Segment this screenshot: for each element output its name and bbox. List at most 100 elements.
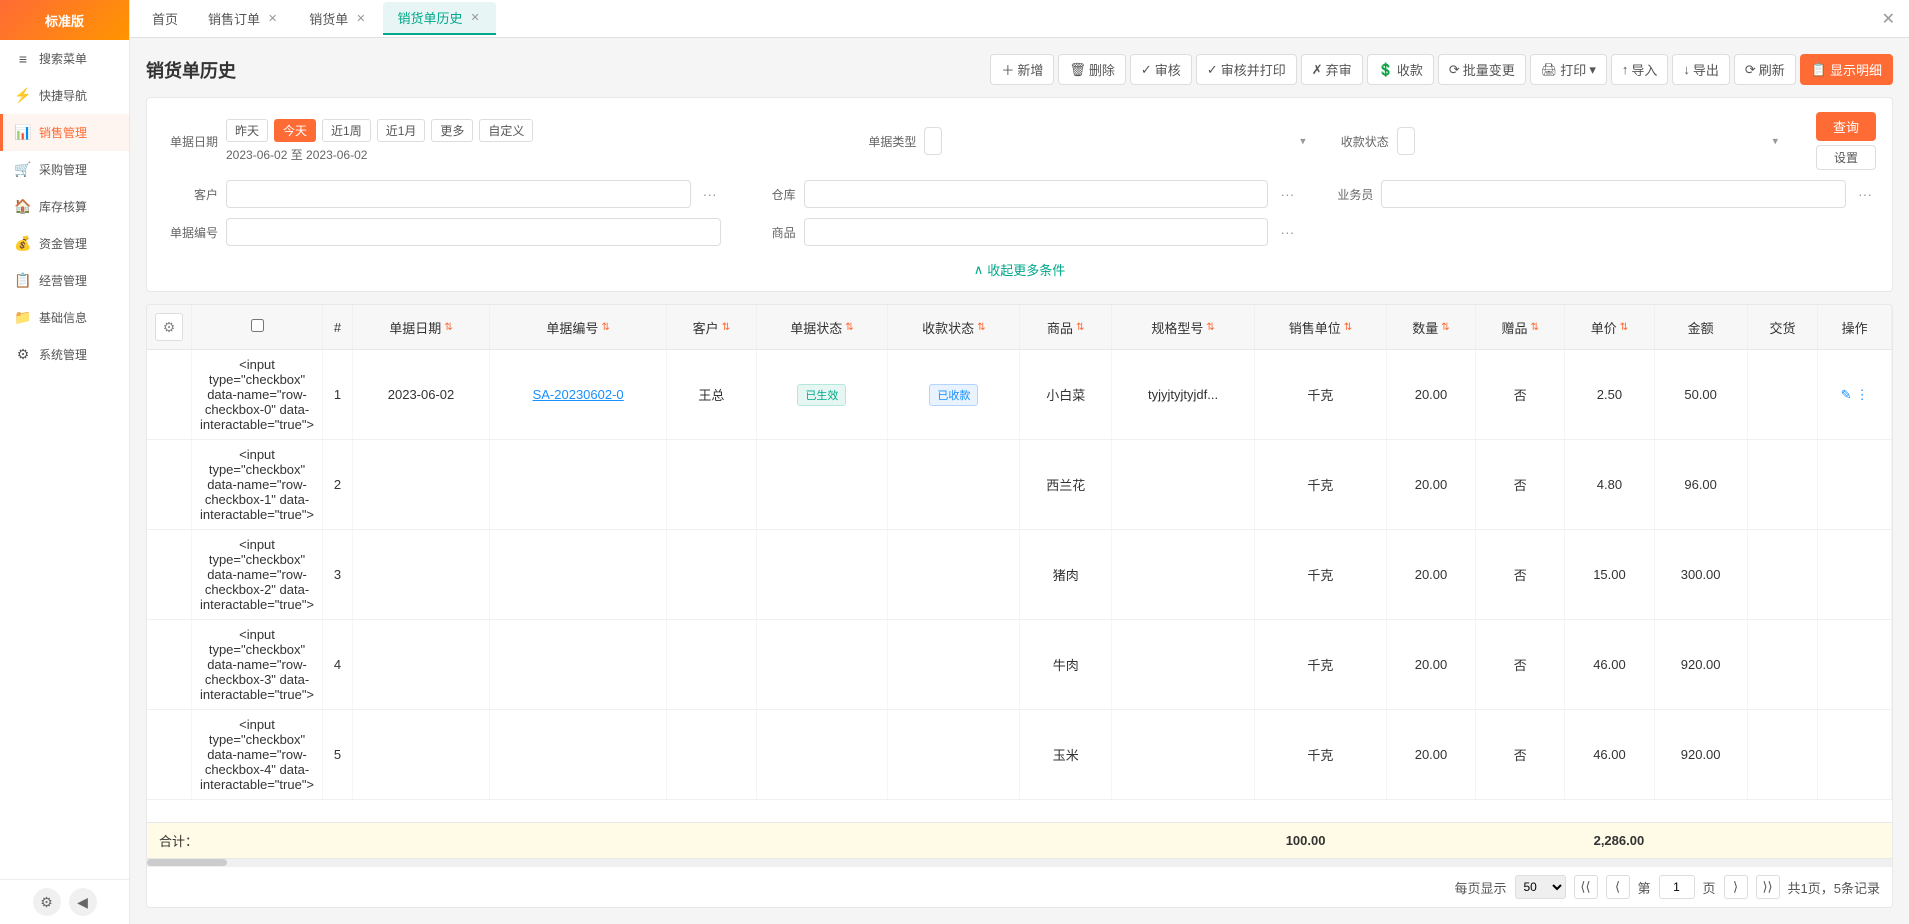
sidebar-item-label: 采购管理 [39,161,87,178]
page-last-btn[interactable]: ⟩⟩ [1756,875,1780,899]
col-date[interactable]: 单据日期 ⇅ [353,305,490,350]
customer-dots-btn[interactable]: ··· [699,186,721,202]
tab-sales-delivery[interactable]: 销货单 ✕ [295,3,381,34]
customer-input[interactable] [226,180,691,208]
payment-button[interactable]: 💲 收款 [1367,54,1434,85]
show-detail-button[interactable]: 📋 显示明细 [1800,54,1893,85]
date-last7-btn[interactable]: 近1周 [322,119,371,142]
salesperson-dots-btn[interactable]: ··· [1854,186,1876,202]
date-last30-btn[interactable]: 近1月 [377,119,426,142]
print-button[interactable]: 🖨 打印 ▾ [1530,54,1607,85]
sidebar-item-sys[interactable]: ⚙ 系统管理 [0,336,129,373]
col-unit[interactable]: 销售单位 ⇅ [1254,305,1386,350]
sidebar-item-sales[interactable]: 📊 销售管理 [0,114,129,151]
row-customer: 王总 [667,350,756,440]
row-customer [667,440,756,530]
audit-button[interactable]: ✓ 审核 [1130,54,1192,85]
date-sort-btn[interactable]: 单据日期 ⇅ [389,318,452,337]
set-button[interactable]: 设置 [1816,145,1876,170]
goods-label: 商品 [741,224,796,241]
col-gear[interactable]: ⚙ [147,305,192,350]
warehouse-dots-btn[interactable]: ··· [1276,186,1298,202]
sidebar-item-quick-nav[interactable]: ⚡ 快捷导航 [0,77,129,114]
export-button[interactable]: ↓ 导出 [1672,54,1730,85]
refresh-button[interactable]: ⟳ 刷新 [1734,54,1796,85]
col-qty[interactable]: 数量 ⇅ [1386,305,1475,350]
col-payment-status[interactable]: 收款状态 ⇅ [888,305,1020,350]
tab-close-sales-history[interactable]: ✕ [469,11,482,24]
sidebar-collapse-btn[interactable]: ◀ [69,888,97,916]
price-sort-btn[interactable]: 单价 ⇅ [1591,318,1628,337]
salesperson-input[interactable] [1381,180,1846,208]
page-next-btn[interactable]: ⟩ [1724,875,1748,899]
col-price[interactable]: 单价 ⇅ [1565,305,1654,350]
goods-input[interactable] [804,218,1269,246]
col-customer[interactable]: 客户 ⇅ [667,305,756,350]
row-action [1818,530,1892,620]
payment-status-sort-btn[interactable]: 收款状态 ⇅ [922,318,985,337]
collapse-filter-btn[interactable]: ∧ 收起更多条件 [163,256,1876,283]
page-prev-btn[interactable]: ⟨ [1606,875,1630,899]
date-more-btn[interactable]: 更多 [431,119,473,142]
tab-sales-order[interactable]: 销售订单 ✕ [194,3,293,34]
goods-sort-btn[interactable]: 商品 ⇅ [1047,318,1084,337]
doc-no-link[interactable]: SA-20230602-0 [533,387,624,402]
search-menu-icon: ≡ [15,51,31,67]
abandon-button[interactable]: ✗ 弃审 [1301,54,1363,85]
col-checkbox[interactable] [192,305,323,350]
col-spec[interactable]: 规格型号 ⇅ [1112,305,1255,350]
table-settings-btn[interactable]: ⚙ [155,313,183,341]
doc-no-label: 单据编号 [163,224,218,241]
gift-sort-btn[interactable]: 赠品 ⇅ [1502,318,1539,337]
table-scroll[interactable]: ⚙ # 单据日期 ⇅ [147,305,1892,822]
qty-sort-btn[interactable]: 数量 ⇅ [1412,318,1449,337]
per-page-select[interactable]: 50 100 200 [1515,875,1566,899]
date-today-btn[interactable]: 今天 [274,119,316,142]
tabs-close-all-btn[interactable]: ✕ [1876,7,1901,31]
goods-dots-btn[interactable]: ··· [1276,224,1298,240]
doc-type-select[interactable] [924,127,942,155]
query-button[interactable]: 查询 [1816,112,1876,141]
audit-print-button[interactable]: ✓ 审核并打印 [1196,54,1297,85]
col-goods[interactable]: 商品 ⇅ [1020,305,1112,350]
tab-close-sales-delivery[interactable]: ✕ [354,12,367,25]
unit-sort-btn[interactable]: 销售单位 ⇅ [1289,318,1352,337]
row-unit: 千克 [1254,620,1386,710]
page-input[interactable] [1659,875,1695,899]
warehouse-input[interactable] [804,180,1269,208]
payment-status-select[interactable] [1397,127,1415,155]
row-doc-no[interactable]: SA-20230602-0 [489,350,666,440]
tab-home[interactable]: 首页 [138,3,192,34]
doc-no-input[interactable] [226,218,721,246]
sidebar-item-purchase[interactable]: 🛒 采购管理 [0,151,129,188]
doc-status-sort-btn[interactable]: 单据状态 ⇅ [790,318,853,337]
date-yesterday-btn[interactable]: 昨天 [226,119,268,142]
batch-change-button[interactable]: ⟳ 批量变更 [1438,54,1526,85]
customer-sort-btn[interactable]: 客户 ⇅ [693,318,730,337]
footer-total-qty: 100.00 [1253,833,1357,848]
col-gift[interactable]: 赠品 ⇅ [1476,305,1565,350]
spec-sort-btn[interactable]: 规格型号 ⇅ [1151,318,1214,337]
tab-sales-history[interactable]: 销货单历史 ✕ [383,2,495,35]
date-custom-btn[interactable]: 自定义 [479,119,533,142]
col-amount: 金额 [1654,305,1747,350]
table-horizontal-scrollbar[interactable] [147,858,1892,866]
row-gear [147,710,192,800]
sidebar-item-finance[interactable]: 💰 资金管理 [0,225,129,262]
data-table: ⚙ # 单据日期 ⇅ [147,305,1892,800]
add-button[interactable]: ＋ 新增 [990,54,1054,85]
page-first-btn[interactable]: ⟨⟨ [1574,875,1598,899]
delete-button[interactable]: 🗑 删除 [1058,54,1126,85]
tab-close-sales-order[interactable]: ✕ [266,12,279,25]
import-button[interactable]: ↑ 导入 [1611,54,1669,85]
doc-no-sort-btn[interactable]: 单据编号 ⇅ [546,318,609,337]
col-doc-no[interactable]: 单据编号 ⇅ [489,305,666,350]
sidebar-item-ops[interactable]: 📋 经营管理 [0,262,129,299]
table-scroll-thumb[interactable] [147,859,227,866]
col-doc-status[interactable]: 单据状态 ⇅ [756,305,888,350]
select-all-checkbox[interactable] [251,319,264,332]
sidebar-item-basic-info[interactable]: 📁 基础信息 [0,299,129,336]
sidebar-item-search-menu[interactable]: ≡ 搜索菜单 [0,40,129,77]
sidebar-settings-btn[interactable]: ⚙ [33,888,61,916]
sidebar-item-inventory[interactable]: 🏠 库存核算 [0,188,129,225]
